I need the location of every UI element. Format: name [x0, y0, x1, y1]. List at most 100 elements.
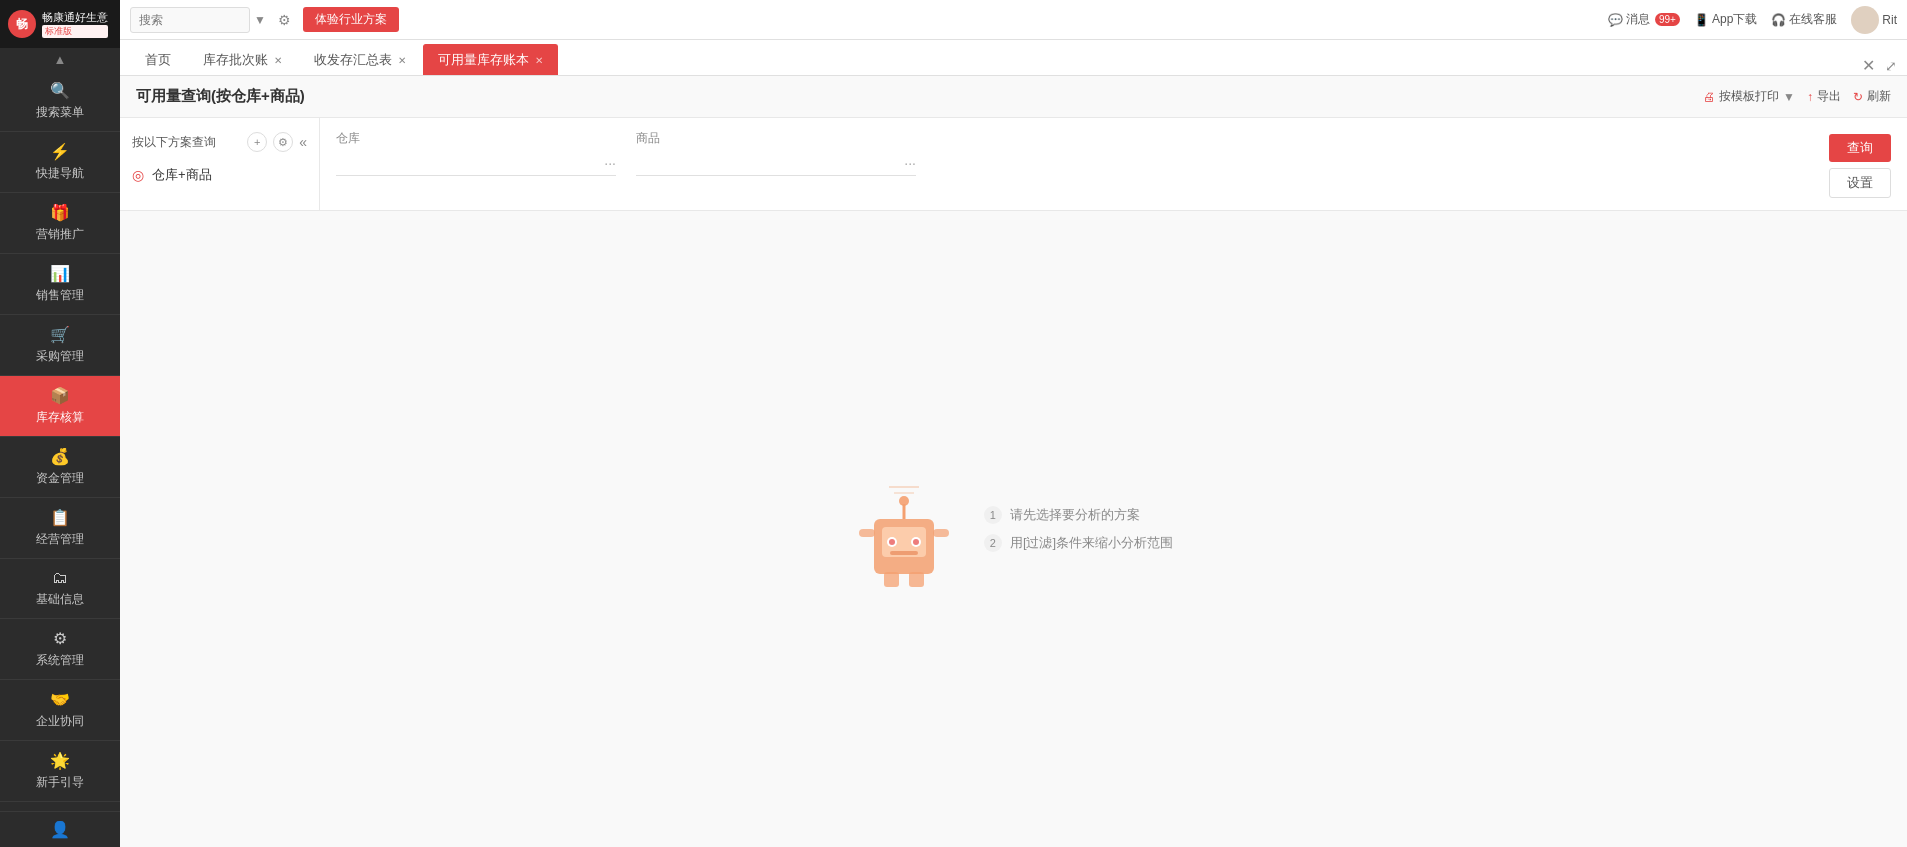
- svg-rect-9: [859, 529, 875, 537]
- gear-icon[interactable]: ⚙: [274, 8, 295, 32]
- sidebar-footer[interactable]: 👤: [0, 811, 120, 847]
- sidebar-item-appcenter[interactable]: 🔔 应用中心: [0, 802, 120, 811]
- print-button[interactable]: 🖨 按模板打印 ▼: [1703, 88, 1795, 105]
- tab-available-label: 可用量库存账本: [438, 51, 529, 69]
- product-input[interactable]: [636, 156, 900, 171]
- tab-home[interactable]: 首页: [130, 44, 186, 75]
- empty-tip-1: 1 请先选择要分析的方案: [984, 506, 1173, 524]
- tab-close-all-button[interactable]: ✕: [1858, 56, 1879, 75]
- sidebar-item-marketing[interactable]: 🎁 营销推广: [0, 193, 120, 254]
- message-label: 消息: [1626, 11, 1650, 28]
- sidebar-nav: ▲ 🔍 搜索菜单 ⚡ 快捷导航 🎁 营销推广 📊 销售管理 🛒 采购管理 📦 库…: [0, 48, 120, 811]
- export-button[interactable]: ↑ 导出: [1807, 88, 1841, 105]
- sales-icon: 📊: [50, 264, 70, 283]
- tab-available-close[interactable]: ✕: [535, 55, 543, 66]
- sidebar-scroll-up[interactable]: ▲: [0, 48, 120, 71]
- collapse-icon[interactable]: «: [299, 134, 307, 150]
- tabs-right-controls: ✕ ⤢: [1858, 56, 1897, 75]
- sidebar-item-label: 经营管理: [36, 531, 84, 548]
- app-download-button[interactable]: 📱 App下载: [1694, 11, 1757, 28]
- tab-batch-close[interactable]: ✕: [274, 55, 282, 66]
- message-button[interactable]: 💬 消息 99+: [1608, 11, 1680, 28]
- empty-state: 1 请先选择要分析的方案 2 用[过滤]条件来缩小分析范围: [120, 211, 1907, 847]
- filter-scheme-item[interactable]: ◎ 仓库+商品: [120, 160, 319, 190]
- sidebar-item-label: 基础信息: [36, 591, 84, 608]
- warehouse-more-icon[interactable]: ···: [604, 155, 616, 171]
- user-avatar-area[interactable]: Rit: [1851, 6, 1897, 34]
- filter-area: 按以下方案查询 + ⚙ « ◎ 仓库+商品 仓库 ···: [120, 118, 1907, 211]
- sidebar-item-label: 企业协同: [36, 713, 84, 730]
- warehouse-filter-field: 仓库 ···: [336, 130, 616, 176]
- sidebar-item-sales[interactable]: 📊 销售管理: [0, 254, 120, 315]
- sidebar-item-label: 库存核算: [36, 409, 84, 426]
- add-scheme-icon[interactable]: +: [247, 132, 267, 152]
- tab-expand-button[interactable]: ⤢: [1885, 58, 1897, 74]
- empty-illustration: [854, 479, 954, 579]
- system-icon: ⚙: [53, 629, 67, 648]
- collab-icon: 🤝: [50, 690, 70, 709]
- tab-summary-label: 收发存汇总表: [314, 51, 392, 69]
- industry-solution-button[interactable]: 体验行业方案: [303, 7, 399, 32]
- sidebar-item-inventory[interactable]: 📦 库存核算: [0, 376, 120, 437]
- sidebar-item-system[interactable]: ⚙ 系统管理: [0, 619, 120, 680]
- print-icon: 🖨: [1703, 90, 1715, 104]
- tab-batch[interactable]: 库存批次账 ✕: [188, 44, 297, 75]
- product-label: 商品: [636, 130, 916, 147]
- online-service-button[interactable]: 🎧 在线客服: [1771, 11, 1837, 28]
- warehouse-input[interactable]: [336, 156, 600, 171]
- refresh-icon: ↻: [1853, 90, 1863, 104]
- search-input[interactable]: [130, 7, 250, 33]
- svg-rect-11: [884, 572, 899, 587]
- tabs-bar: 首页 库存批次账 ✕ 收发存汇总表 ✕ 可用量库存账本 ✕ ✕ ⤢: [120, 40, 1907, 76]
- search-icon: 🔍: [50, 81, 70, 100]
- sidebar-footer-icon: 👤: [50, 820, 70, 839]
- user-name-label: Rit: [1882, 13, 1897, 27]
- app-download-label: App下载: [1712, 11, 1757, 28]
- query-button[interactable]: 查询: [1829, 134, 1891, 162]
- setting-button[interactable]: 设置: [1829, 168, 1891, 198]
- print-label: 按模板打印: [1719, 88, 1779, 105]
- sidebar-item-label: 营销推广: [36, 226, 84, 243]
- sidebar-item-newguide[interactable]: 🌟 新手引导: [0, 741, 120, 802]
- sidebar-item-finance[interactable]: 💰 资金管理: [0, 437, 120, 498]
- service-icon: 🎧: [1771, 13, 1786, 27]
- sidebar-app-name: 畅康通好生意: [42, 10, 108, 25]
- sidebar-item-quicknav[interactable]: ⚡ 快捷导航: [0, 132, 120, 193]
- topbar: ▼ ⚙ 体验行业方案 💬 消息 99+ 📱 App下载 🎧 在线客服 Rit: [120, 0, 1907, 40]
- tab-summary-close[interactable]: ✕: [398, 55, 406, 66]
- search-dropdown-icon[interactable]: ▼: [254, 13, 266, 27]
- tip1-num: 1: [984, 506, 1002, 524]
- main-content: ▼ ⚙ 体验行业方案 💬 消息 99+ 📱 App下载 🎧 在线客服 Rit: [120, 0, 1907, 847]
- tip2-num: 2: [984, 534, 1002, 552]
- filter-actions: 查询 设置: [1829, 130, 1891, 198]
- quicknav-icon: ⚡: [50, 142, 70, 161]
- sidebar-item-purchase[interactable]: 🛒 采购管理: [0, 315, 120, 376]
- newguide-icon: 🌟: [50, 751, 70, 770]
- finance-icon: 💰: [50, 447, 70, 466]
- sidebar-item-label: 资金管理: [36, 470, 84, 487]
- warehouse-input-area: ···: [336, 151, 616, 176]
- sidebar-item-operations[interactable]: 📋 经营管理: [0, 498, 120, 559]
- sidebar-item-label: 销售管理: [36, 287, 84, 304]
- product-more-icon[interactable]: ···: [904, 155, 916, 171]
- page-title: 可用量查询(按仓库+商品): [136, 87, 305, 106]
- sidebar-item-search[interactable]: 🔍 搜索菜单: [0, 71, 120, 132]
- topbar-search-area: ▼: [130, 7, 266, 33]
- product-filter-field: 商品 ···: [636, 130, 916, 176]
- print-dropdown-icon[interactable]: ▼: [1783, 90, 1795, 104]
- purchase-icon: 🛒: [50, 325, 70, 344]
- sidebar: 畅 畅康通好生意 标准版 ▲ 🔍 搜索菜单 ⚡ 快捷导航 🎁 营销推广 📊 销售…: [0, 0, 120, 847]
- sidebar-item-label: 搜索菜单: [36, 104, 84, 121]
- sidebar-item-label: 采购管理: [36, 348, 84, 365]
- avatar: [1851, 6, 1879, 34]
- sidebar-item-collab[interactable]: 🤝 企业协同: [0, 680, 120, 741]
- settings-scheme-icon[interactable]: ⚙: [273, 132, 293, 152]
- empty-tip-2: 2 用[过滤]条件来缩小分析范围: [984, 534, 1173, 552]
- page-header: 可用量查询(按仓库+商品) 🖨 按模板打印 ▼ ↑ 导出 ↻ 刷新: [120, 76, 1907, 118]
- tip1-text: 请先选择要分析的方案: [1010, 506, 1140, 524]
- tab-available[interactable]: 可用量库存账本 ✕: [423, 44, 558, 75]
- scheme-label: 仓库+商品: [152, 166, 212, 184]
- sidebar-item-basic[interactable]: 🗂 基础信息: [0, 559, 120, 619]
- refresh-button[interactable]: ↻ 刷新: [1853, 88, 1891, 105]
- tab-summary[interactable]: 收发存汇总表 ✕: [299, 44, 421, 75]
